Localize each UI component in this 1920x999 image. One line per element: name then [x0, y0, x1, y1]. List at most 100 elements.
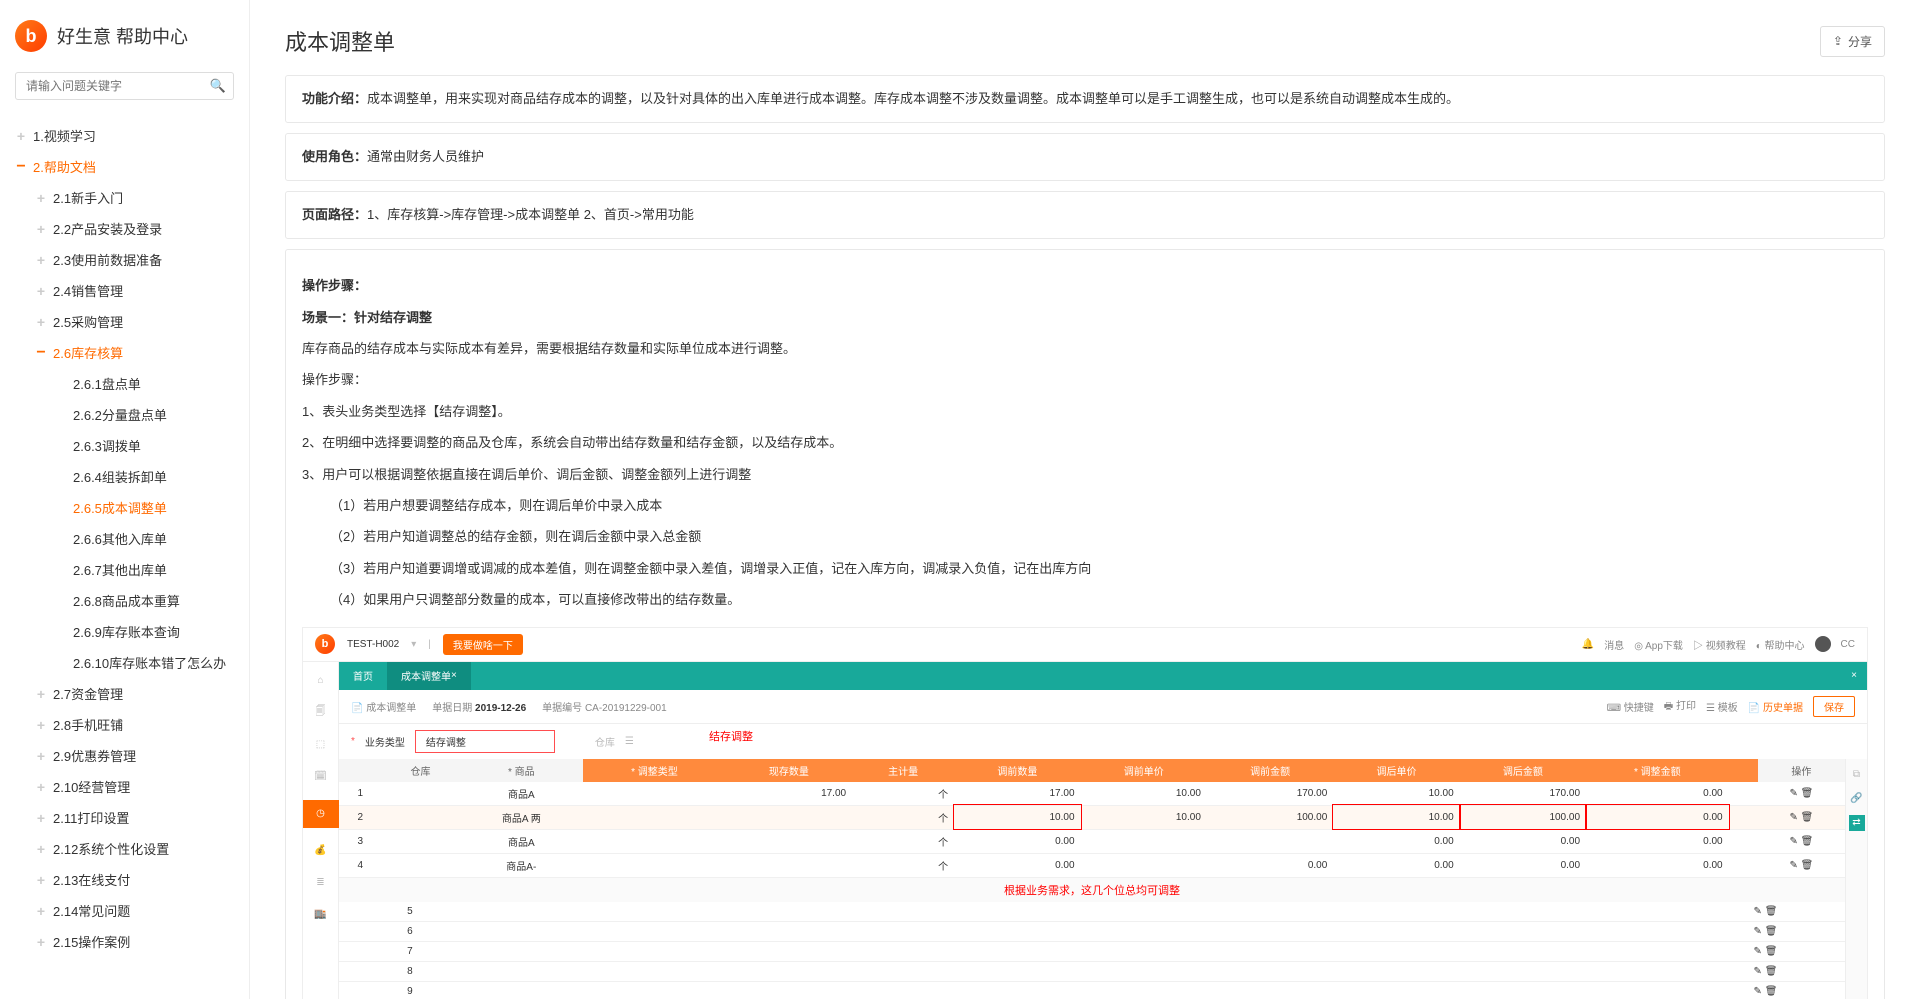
cell [1481, 941, 1620, 961]
cell: 100.00 [1460, 805, 1586, 829]
nav-label: 2.3使用前数据准备 [53, 250, 162, 269]
rail-doc-icon: 🗐 [312, 704, 330, 722]
share-label: 分享 [1848, 33, 1872, 50]
cell: ✎ 🗑 [1686, 921, 1845, 941]
search-box: 🔍 [15, 72, 234, 100]
cell [1620, 981, 1686, 999]
cell [1227, 981, 1293, 999]
nav-item[interactable]: 2.6.1盘点单 [15, 368, 234, 399]
cell [546, 961, 612, 981]
tool-active-icon: ⇄ [1849, 815, 1865, 831]
nav-item[interactable]: 2.6.3调拨单 [15, 430, 234, 461]
bullet-icon [55, 533, 67, 545]
nav-item[interactable]: 1.视频学习 [15, 120, 234, 151]
cell: 100.00 [1207, 805, 1333, 829]
cell: 0.00 [1586, 829, 1729, 853]
table-row: 7 ✎ 🗑 [339, 941, 1845, 961]
table-row: 8 ✎ 🗑 [339, 961, 1845, 981]
cell: 1 [339, 782, 382, 806]
table-row: 2商品A 两个10.0010.00100.0010.00100.000.00✎ … [339, 805, 1845, 829]
shortcut-link: ⌨ 快捷键 [1607, 699, 1654, 714]
cell [1081, 853, 1207, 877]
cell [546, 981, 612, 999]
expand-icon [35, 254, 47, 266]
nav-item[interactable]: 2.10经营管理 [15, 771, 234, 802]
expand-icon [35, 719, 47, 731]
nav-item[interactable]: 2.3使用前数据准备 [15, 244, 234, 275]
search-input[interactable] [15, 72, 234, 100]
save-button-mock: 保存 [1813, 696, 1855, 717]
cell [1207, 829, 1333, 853]
bullet-icon [55, 595, 67, 607]
expand-icon [35, 874, 47, 886]
cell [726, 853, 852, 877]
nav-label: 2.8手机旺铺 [53, 715, 123, 734]
cell [1620, 921, 1686, 941]
nav-item[interactable]: 2.6.10库存账本错了怎么办 [15, 647, 234, 678]
nav-item[interactable]: 2.8手机旺铺 [15, 709, 234, 740]
cell: 个 [852, 853, 954, 877]
nav-label: 2.10经营管理 [53, 777, 130, 796]
nav-item[interactable]: 2.7资金管理 [15, 678, 234, 709]
notif-label: 消息 [1604, 637, 1624, 652]
path-text: 1、库存核算->库存管理->成本调整单 2、首页->常用功能 [367, 207, 694, 222]
tool-copy-icon: ⧉ [1849, 767, 1865, 783]
nav-item[interactable]: 2.6.9库存账本查询 [15, 616, 234, 647]
cell [1729, 782, 1758, 806]
nav-item[interactable]: 2.14常见问题 [15, 895, 234, 926]
nav-item[interactable]: 2.6.7其他出库单 [15, 554, 234, 585]
nav-item[interactable]: 2.5采购管理 [15, 306, 234, 337]
nav-item[interactable]: 2.13在线支付 [15, 864, 234, 895]
cell [612, 961, 678, 981]
tool-link-icon: 🔗 [1849, 791, 1865, 807]
bullet-icon [55, 657, 67, 669]
nav-item[interactable]: 2.6.6其他入库单 [15, 523, 234, 554]
nav-item[interactable]: 2.6库存核算 [15, 337, 234, 368]
cell: ✎ 🗑 [1758, 782, 1845, 806]
biz-label: 业务类型 [365, 734, 405, 749]
col-header: 操作 [1758, 759, 1845, 782]
help-link: ◐ 帮助中心 [1756, 637, 1805, 652]
cell [1481, 961, 1620, 981]
nav-label: 2.6.2分量盘点单 [73, 405, 167, 424]
nav-item[interactable]: 2.2产品安装及登录 [15, 213, 234, 244]
cell [1227, 941, 1293, 961]
nav-item[interactable]: 2.12系统个性化设置 [15, 833, 234, 864]
nav-item[interactable]: 2.6.4组装拆卸单 [15, 461, 234, 492]
rail-wallet-icon: 💰 [312, 842, 330, 860]
anno-top: 结存调整 [709, 728, 753, 744]
nav-item[interactable]: 2.6.2分量盘点单 [15, 399, 234, 430]
share-button[interactable]: ⇪ 分享 [1820, 26, 1885, 57]
cell: 0.00 [1333, 853, 1459, 877]
doc-title: 成本调整单 [366, 703, 416, 714]
cell [1481, 921, 1620, 941]
cell [972, 961, 1038, 981]
nav-item[interactable]: 2.11打印设置 [15, 802, 234, 833]
user-label: CC [1841, 639, 1855, 650]
col-header: 调前单价 [1081, 759, 1207, 782]
cell: 7 [339, 941, 481, 961]
dropdown-icon: ▾ [411, 639, 416, 650]
nav-label: 2.6.4组装拆卸单 [73, 467, 167, 486]
nav-label: 2.6.9库存账本查询 [73, 622, 180, 641]
rail-cal-icon: 🗓 [312, 768, 330, 786]
cell [1292, 981, 1481, 999]
cell: 0.00 [1586, 805, 1729, 829]
cell [583, 829, 726, 853]
bullet-icon [55, 471, 67, 483]
anno-center: 根据业务需求，这几个位总均可调整 [339, 878, 1845, 902]
nav-item[interactable]: 2.1新手入门 [15, 182, 234, 213]
cell [1038, 981, 1227, 999]
nav-item[interactable]: 2.15操作案例 [15, 926, 234, 957]
table-row: 6 ✎ 🗑 [339, 921, 1845, 941]
cell [808, 941, 972, 961]
expand-icon [35, 285, 47, 297]
nav-item[interactable]: 2.6.5成本调整单 [15, 492, 234, 523]
nav-label: 2.7资金管理 [53, 684, 123, 703]
nav-item[interactable]: 2.9优惠券管理 [15, 740, 234, 771]
nav-item[interactable]: 2.4销售管理 [15, 275, 234, 306]
nav-item[interactable]: 2.6.8商品成本重算 [15, 585, 234, 616]
cell: 3 [339, 829, 382, 853]
required-mark: * [351, 736, 355, 747]
nav-item[interactable]: 2.帮助文档 [15, 151, 234, 182]
